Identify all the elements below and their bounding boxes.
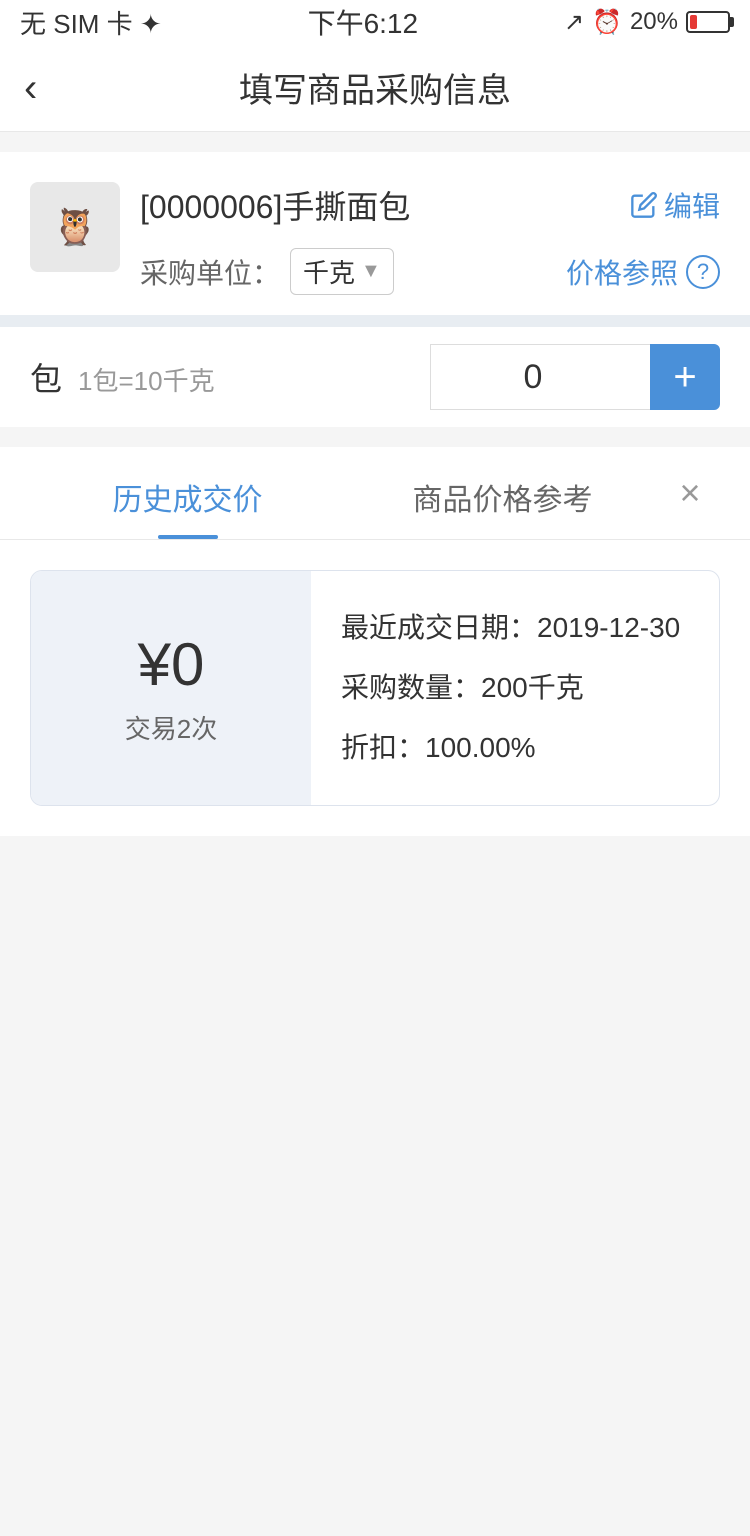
price-reference-button[interactable]: 价格参照 ? <box>566 252 720 292</box>
edit-icon <box>630 191 658 219</box>
status-time: 下午6:12 <box>308 2 419 42</box>
unit-row: 采购单位： 千克 ▼ 价格参照 ? <box>140 248 720 295</box>
dropdown-arrow-icon: ▼ <box>361 260 381 283</box>
quantity-section: 包 1包=10千克 + <box>0 327 750 427</box>
card-transactions: 交易2次 <box>125 709 217 746</box>
help-icon: ? <box>686 255 720 289</box>
battery-percent: 20% <box>630 8 678 36</box>
detail-discount-value: 100.00% <box>425 732 536 763</box>
status-bar: 无 SIM 卡 ✦ 下午6:12 ↗ ⏰ 20% <box>0 0 750 44</box>
product-row: 🦉 [0000006]手撕面包 编辑 采购单位： <box>30 182 720 295</box>
detail-row-discount: 折扣：100.00% <box>341 727 689 769</box>
detail-discount-label: 折扣： <box>341 732 425 763</box>
detail-qty-label: 采购数量： <box>341 672 481 703</box>
tab-history-price[interactable]: 历史成交价 <box>30 447 345 539</box>
price-value: 0 <box>171 631 204 698</box>
page-header: ‹ 填写商品采购信息 <box>0 44 750 132</box>
detail-qty-value: 200千克 <box>481 672 584 703</box>
tab-product-price-ref-label: 商品价格参考 <box>413 484 593 517</box>
card-left: ¥0 交易2次 <box>31 571 311 805</box>
product-name-row: [0000006]手撕面包 编辑 <box>140 182 720 228</box>
tab-history-price-label: 历史成交价 <box>113 484 263 517</box>
back-button[interactable]: ‹ <box>24 68 37 108</box>
currency-symbol: ¥ <box>138 631 171 698</box>
content-area <box>0 836 750 1536</box>
edit-button[interactable]: 编辑 <box>630 185 720 225</box>
unit-label: 采购单位： <box>140 252 280 292</box>
price-ref-label: 价格参照 <box>566 252 678 292</box>
sim-status: 无 SIM 卡 ✦ <box>20 4 162 41</box>
detail-row-date: 最近成交日期：2019-12-30 <box>341 607 689 649</box>
product-section: 🦉 [0000006]手撕面包 编辑 采购单位： <box>0 152 750 315</box>
qty-left: 包 1包=10千克 <box>30 354 215 400</box>
unit-select[interactable]: 千克 ▼ <box>290 248 394 295</box>
page-title: 填写商品采购信息 <box>239 63 511 112</box>
alarm-icon: ⏰ <box>592 8 622 37</box>
tabs-section: 历史成交价 商品价格参考 × ¥0 交易2次 最近成交日期：2019-12-30… <box>0 447 750 836</box>
tabs-header: 历史成交价 商品价格参考 × <box>0 447 750 540</box>
card-container: ¥0 交易2次 最近成交日期：2019-12-30 采购数量：200千克 折扣：… <box>0 540 750 836</box>
tab-close-button[interactable]: × <box>660 463 720 523</box>
detail-date-value: 2019-12-30 <box>537 612 680 643</box>
product-code: [0000006] <box>140 189 282 225</box>
quantity-input[interactable] <box>430 344 650 410</box>
product-name: [0000006]手撕面包 <box>140 182 410 228</box>
qty-plus-button[interactable]: + <box>650 344 720 410</box>
card-right: 最近成交日期：2019-12-30 采购数量：200千克 折扣：100.00% <box>311 571 719 805</box>
unit-left: 采购单位： 千克 ▼ <box>140 248 394 295</box>
card-price: ¥0 <box>138 630 205 699</box>
product-logo: 🦉 <box>30 182 120 272</box>
product-title: 手撕面包 <box>282 189 410 225</box>
unit-value: 千克 <box>303 253 355 290</box>
product-logo-icon: 🦉 <box>53 206 98 248</box>
detail-row-qty: 采购数量：200千克 <box>341 667 689 709</box>
detail-date-label: 最近成交日期： <box>341 612 537 643</box>
tab-product-price-ref[interactable]: 商品价格参考 <box>345 447 660 539</box>
edit-label: 编辑 <box>664 185 720 225</box>
battery-indicator <box>686 11 730 33</box>
help-symbol: ? <box>697 259 709 285</box>
qty-unit: 包 <box>30 354 62 400</box>
location-icon: ↗ <box>564 8 584 37</box>
qty-controls: + <box>430 344 720 410</box>
price-card: ¥0 交易2次 最近成交日期：2019-12-30 采购数量：200千克 折扣：… <box>30 570 720 806</box>
divider-bar <box>0 315 750 327</box>
qty-note: 1包=10千克 <box>78 361 215 398</box>
product-info: [0000006]手撕面包 编辑 采购单位： 千克 ▼ <box>140 182 720 295</box>
status-left: 无 SIM 卡 ✦ <box>20 4 162 41</box>
status-right: ↗ ⏰ 20% <box>564 8 730 37</box>
